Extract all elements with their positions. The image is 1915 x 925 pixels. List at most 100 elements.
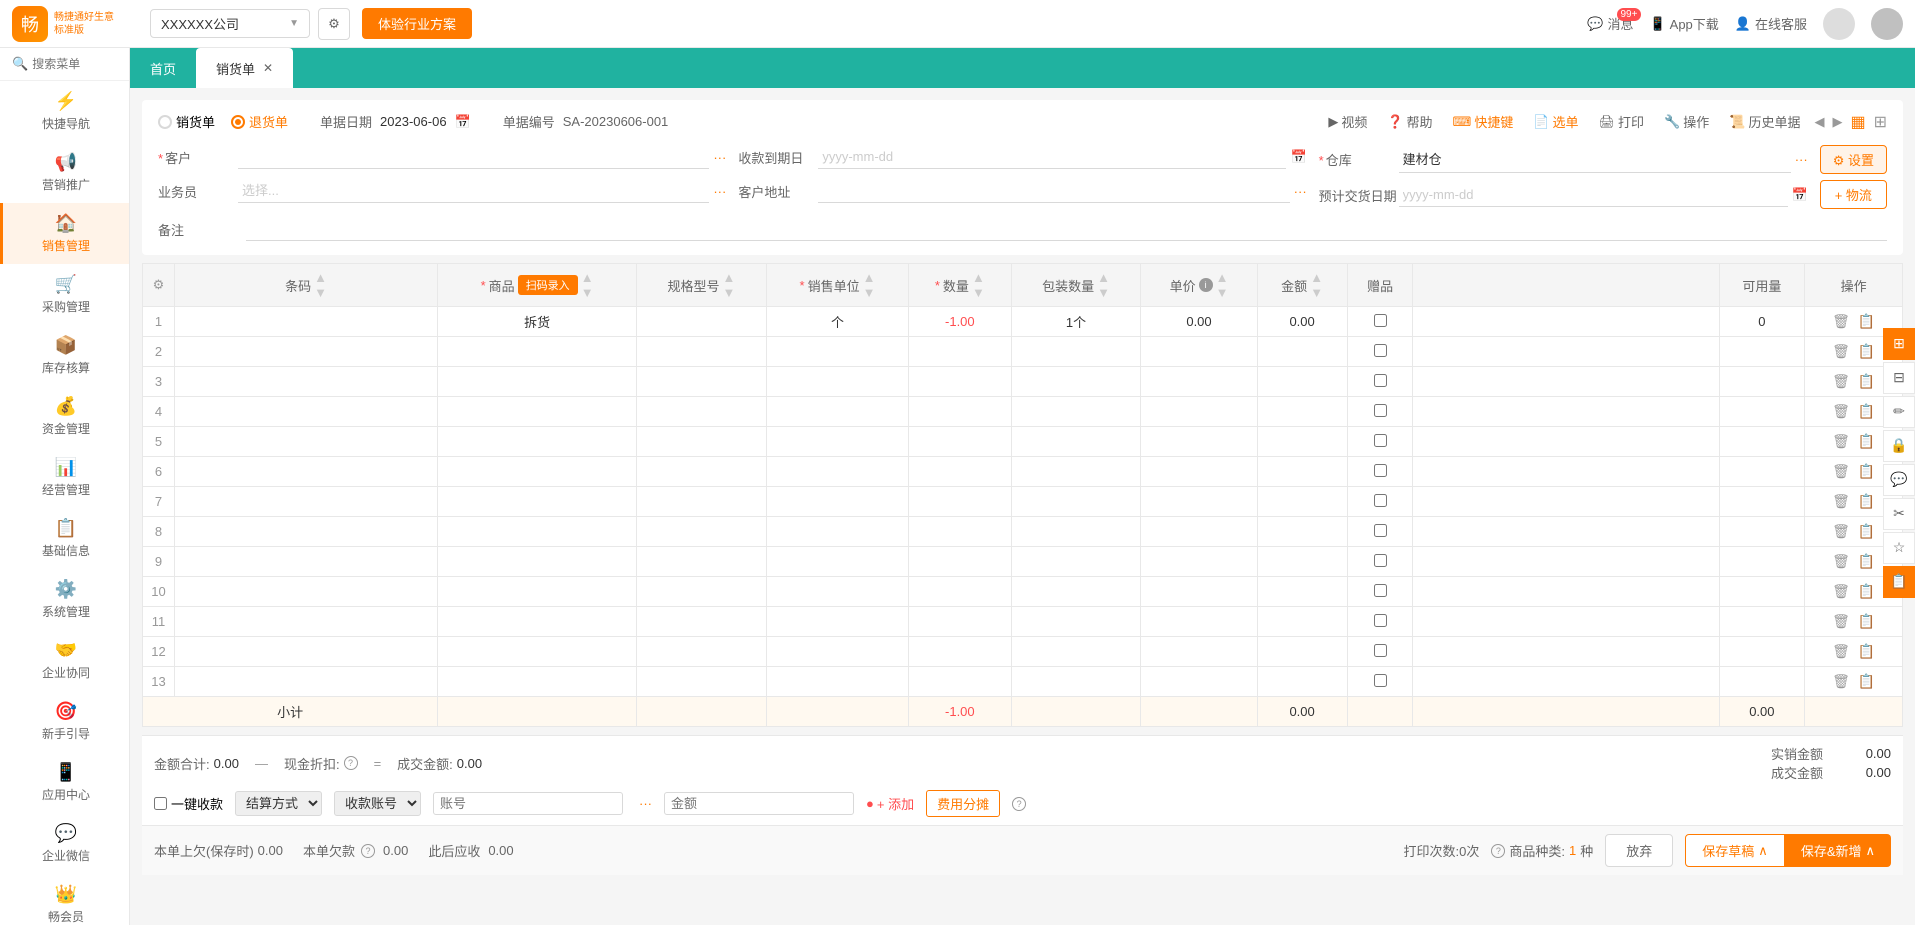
search-input[interactable] bbox=[32, 57, 117, 71]
th-gear[interactable]: ⚙ bbox=[143, 264, 175, 307]
row-unit-price[interactable] bbox=[1141, 547, 1257, 577]
sidebar-item-sales[interactable]: 🏠 销售管理 bbox=[0, 203, 129, 264]
row-spec[interactable] bbox=[637, 577, 767, 607]
row-product[interactable] bbox=[438, 607, 637, 637]
right-tool-lock[interactable]: 🔒 bbox=[1883, 430, 1915, 462]
row-unit-price[interactable] bbox=[1141, 487, 1257, 517]
save-new-button[interactable]: 保存&新增 ∧ bbox=[1785, 834, 1891, 867]
row-unit[interactable] bbox=[766, 367, 908, 397]
nav-right-icon[interactable]: ▶ bbox=[1832, 114, 1842, 130]
row-amount[interactable] bbox=[1257, 367, 1347, 397]
row-qty[interactable] bbox=[909, 517, 1011, 547]
row-spec[interactable] bbox=[637, 517, 767, 547]
row-unit[interactable] bbox=[766, 427, 908, 457]
row-qty[interactable] bbox=[909, 457, 1011, 487]
delete-row-icon[interactable]: 🗑 bbox=[1832, 373, 1850, 389]
online-service-button[interactable]: 👤 在线客服 bbox=[1735, 14, 1807, 33]
salesperson-input[interactable] bbox=[238, 179, 709, 203]
row-product[interactable] bbox=[438, 547, 637, 577]
sidebar-item-business[interactable]: 📊 经营管理 bbox=[0, 447, 129, 508]
gift-checkbox[interactable] bbox=[1374, 614, 1387, 627]
one-click-checkbox[interactable] bbox=[154, 797, 167, 810]
trial-button[interactable]: 体验行业方案 bbox=[362, 8, 472, 39]
row-gift[interactable] bbox=[1347, 667, 1413, 697]
logistics-button[interactable]: + 物流 bbox=[1820, 180, 1887, 209]
row-pack-qty[interactable] bbox=[1011, 337, 1141, 367]
row-unit[interactable] bbox=[766, 667, 908, 697]
gift-checkbox[interactable] bbox=[1374, 494, 1387, 507]
row-pack-qty[interactable] bbox=[1011, 427, 1141, 457]
row-amount[interactable] bbox=[1257, 637, 1347, 667]
debit-help-icon[interactable]: ? bbox=[361, 844, 375, 858]
gift-checkbox[interactable] bbox=[1374, 404, 1387, 417]
row-amount[interactable] bbox=[1257, 337, 1347, 367]
print-btn[interactable]: 🖨 打印 bbox=[1593, 110, 1651, 133]
row-unit-price[interactable] bbox=[1141, 517, 1257, 547]
row-spec[interactable] bbox=[637, 487, 767, 517]
view-list-icon[interactable]: ▦ bbox=[1850, 112, 1865, 132]
copy-row-icon[interactable]: 📋 bbox=[1858, 343, 1875, 359]
row-unit-price[interactable] bbox=[1141, 337, 1257, 367]
customer-address-input[interactable] bbox=[818, 179, 1289, 203]
row-amount[interactable] bbox=[1257, 577, 1347, 607]
delete-row-icon[interactable]: 🗑 bbox=[1832, 523, 1850, 539]
payment-date-input[interactable] bbox=[818, 145, 1286, 169]
row-gift[interactable] bbox=[1347, 367, 1413, 397]
row-unit-price[interactable] bbox=[1141, 607, 1257, 637]
sidebar-item-wechat[interactable]: 💬 企业微信 bbox=[0, 813, 129, 874]
gift-checkbox[interactable] bbox=[1374, 344, 1387, 357]
row-gift[interactable] bbox=[1347, 607, 1413, 637]
row-spec[interactable] bbox=[637, 337, 767, 367]
expense-help-icon[interactable]: ? bbox=[1012, 797, 1026, 811]
row-barcode[interactable] bbox=[175, 607, 438, 637]
row-product[interactable]: 拆货 bbox=[438, 307, 637, 337]
row-barcode[interactable] bbox=[175, 397, 438, 427]
row-amount[interactable] bbox=[1257, 547, 1347, 577]
abandon-button[interactable]: 放弃 bbox=[1605, 834, 1673, 867]
setting-button[interactable]: ⚙ 设置 bbox=[1820, 145, 1887, 174]
row-unit-price[interactable]: 0.00 bbox=[1141, 307, 1257, 337]
row-amount[interactable] bbox=[1257, 457, 1347, 487]
row-pack-qty[interactable] bbox=[1011, 487, 1141, 517]
copy-row-icon[interactable]: 📋 bbox=[1858, 463, 1875, 479]
row-unit[interactable]: 个 bbox=[766, 307, 908, 337]
delivery-cal-icon[interactable]: 📅 bbox=[1792, 187, 1808, 203]
copy-row-icon[interactable]: 📋 bbox=[1858, 643, 1875, 659]
row-qty[interactable]: -1.00 bbox=[909, 307, 1011, 337]
row-barcode[interactable] bbox=[175, 577, 438, 607]
row-barcode[interactable] bbox=[175, 457, 438, 487]
row-pack-qty[interactable] bbox=[1011, 667, 1141, 697]
sidebar-item-enterprise[interactable]: 🤝 企业协同 bbox=[0, 630, 129, 691]
row-unit-price[interactable] bbox=[1141, 397, 1257, 427]
messages-button[interactable]: 💬 消息 99+ bbox=[1587, 14, 1633, 33]
row-qty[interactable] bbox=[909, 427, 1011, 457]
row-amount[interactable] bbox=[1257, 517, 1347, 547]
row-amount[interactable] bbox=[1257, 607, 1347, 637]
right-tool-star[interactable]: ☆ bbox=[1883, 532, 1915, 564]
gear-col-icon[interactable]: ⚙ bbox=[153, 277, 165, 292]
copy-row-icon[interactable]: 📋 bbox=[1858, 313, 1875, 329]
row-gift[interactable] bbox=[1347, 517, 1413, 547]
delete-row-icon[interactable]: 🗑 bbox=[1832, 583, 1850, 599]
copy-row-icon[interactable]: 📋 bbox=[1858, 373, 1875, 389]
row-pack-qty[interactable] bbox=[1011, 547, 1141, 577]
gift-checkbox[interactable] bbox=[1374, 584, 1387, 597]
row-product[interactable] bbox=[438, 487, 637, 517]
tab-home[interactable]: 首页 bbox=[130, 48, 196, 88]
row-pack-qty[interactable] bbox=[1011, 397, 1141, 427]
row-gift[interactable] bbox=[1347, 337, 1413, 367]
row-unit[interactable] bbox=[766, 607, 908, 637]
row-barcode[interactable] bbox=[175, 487, 438, 517]
remarks-input[interactable] bbox=[246, 217, 1887, 241]
row-amount[interactable] bbox=[1257, 427, 1347, 457]
delete-row-icon[interactable]: 🗑 bbox=[1832, 343, 1850, 359]
row-unit-price[interactable] bbox=[1141, 577, 1257, 607]
copy-row-icon[interactable]: 📋 bbox=[1858, 673, 1875, 689]
right-tool-edit[interactable]: ✂ bbox=[1883, 498, 1915, 530]
row-barcode[interactable] bbox=[175, 427, 438, 457]
row-unit-price[interactable] bbox=[1141, 367, 1257, 397]
row-unit[interactable] bbox=[766, 397, 908, 427]
select-btn[interactable]: 📄 选单 bbox=[1527, 110, 1584, 133]
row-spec[interactable] bbox=[637, 457, 767, 487]
row-unit-price[interactable] bbox=[1141, 667, 1257, 697]
